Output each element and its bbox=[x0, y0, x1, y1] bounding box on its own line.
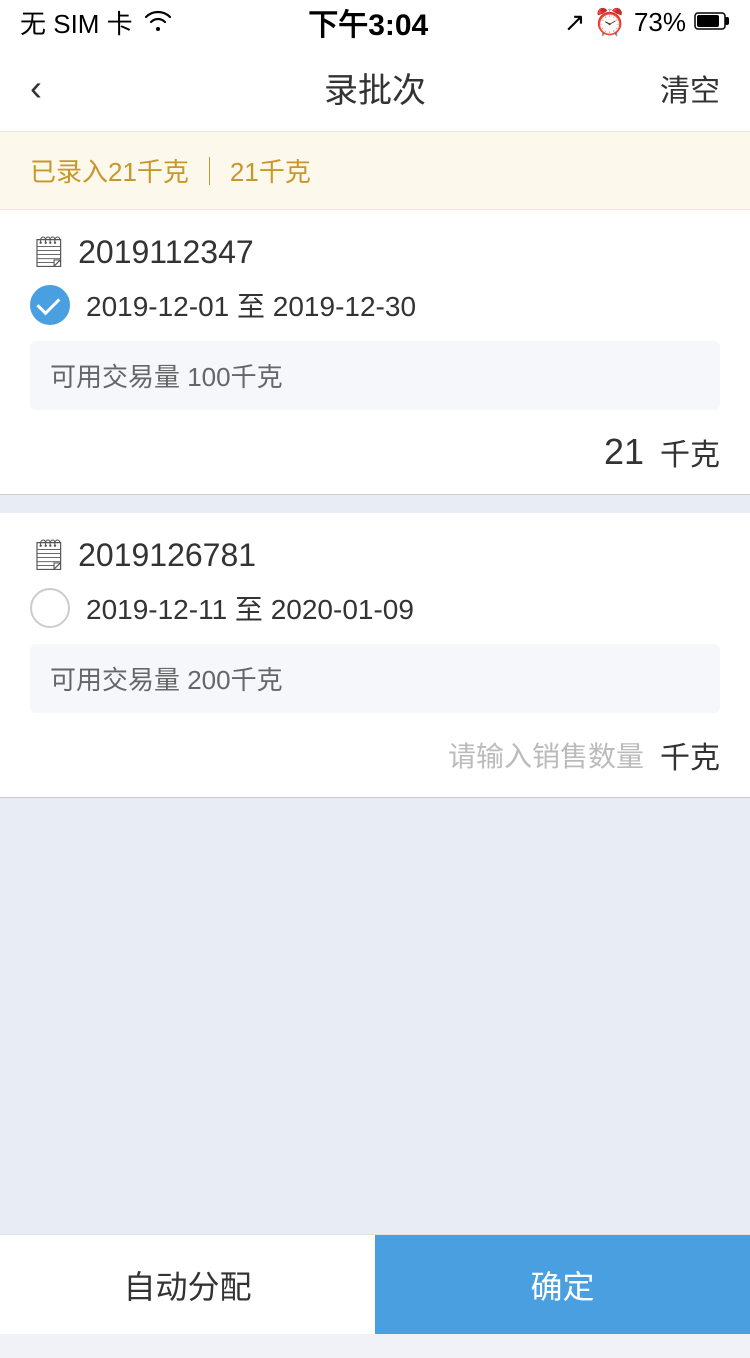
available-row-2: 可用交易量 200千克 bbox=[30, 644, 720, 713]
bottom-empty-area bbox=[0, 798, 750, 1258]
radio-unchecked-2[interactable] bbox=[30, 588, 70, 628]
summary-bar: 已录入21千克 21千克 bbox=[0, 132, 750, 210]
status-left: 无 SIM 卡 bbox=[20, 4, 173, 41]
battery-icon bbox=[694, 7, 730, 38]
page-title: 录批次 bbox=[324, 63, 426, 112]
confirm-button[interactable]: 确定 bbox=[375, 1235, 750, 1334]
batch-date-1: 2019-12-01 至 2019-12-30 bbox=[86, 285, 416, 325]
summary-divider bbox=[209, 157, 210, 185]
time-display: 下午3:04 bbox=[308, 0, 428, 44]
batch-icon-2: 🗒 bbox=[30, 538, 68, 573]
quantity-unit-1: 千克 bbox=[660, 430, 720, 474]
battery-text: 73% bbox=[634, 7, 686, 38]
back-button[interactable]: ‹ bbox=[30, 67, 90, 109]
quantity-placeholder-2[interactable]: 请输入销售数量 bbox=[448, 735, 644, 775]
summary-label: 已录入21千克 bbox=[30, 152, 189, 189]
nav-bar: ‹ 录批次 清空 bbox=[0, 44, 750, 132]
available-row-1: 可用交易量 100千克 bbox=[30, 341, 720, 410]
batch-date-2: 2019-12-11 至 2020-01-09 bbox=[86, 588, 414, 628]
radio-checked-1[interactable] bbox=[30, 285, 70, 325]
wifi-icon bbox=[143, 7, 173, 38]
card-separator-1 bbox=[0, 495, 750, 513]
batch-date-row-1: 2019-12-01 至 2019-12-30 bbox=[30, 285, 720, 325]
batch-card-2: 🗒 2019126781 2019-12-11 至 2020-01-09 可用交… bbox=[0, 513, 750, 798]
quantity-section-2: 请输入销售数量 千克 bbox=[0, 733, 750, 798]
bottom-bar: 自动分配 确定 bbox=[0, 1234, 750, 1334]
batch-date-row-2: 2019-12-11 至 2020-01-09 bbox=[30, 588, 720, 628]
location-icon: ↗ bbox=[564, 7, 586, 38]
summary-value: 21千克 bbox=[230, 152, 311, 189]
auto-distribute-button[interactable]: 自动分配 bbox=[0, 1235, 375, 1334]
quantity-unit-2: 千克 bbox=[660, 733, 720, 777]
sim-label: 无 SIM 卡 bbox=[20, 4, 133, 41]
batch-id-2: 2019126781 bbox=[78, 537, 256, 574]
batch-id-row-1: 🗒 2019112347 bbox=[30, 234, 720, 271]
batch-icon-1: 🗒 bbox=[30, 235, 68, 270]
batch-id-1: 2019112347 bbox=[78, 234, 254, 271]
status-right: ↗ ⏰ 73% bbox=[564, 7, 730, 38]
clear-button[interactable]: 清空 bbox=[660, 66, 720, 110]
batch-id-row-2: 🗒 2019126781 bbox=[30, 537, 720, 574]
batch-card-1: 🗒 2019112347 2019-12-01 至 2019-12-30 可用交… bbox=[0, 210, 750, 495]
quantity-value-1[interactable]: 21 bbox=[524, 431, 644, 473]
status-bar: 无 SIM 卡 下午3:04 ↗ ⏰ 73% bbox=[0, 0, 750, 44]
quantity-section-1: 21 千克 bbox=[0, 430, 750, 495]
alarm-icon: ⏰ bbox=[594, 7, 626, 38]
